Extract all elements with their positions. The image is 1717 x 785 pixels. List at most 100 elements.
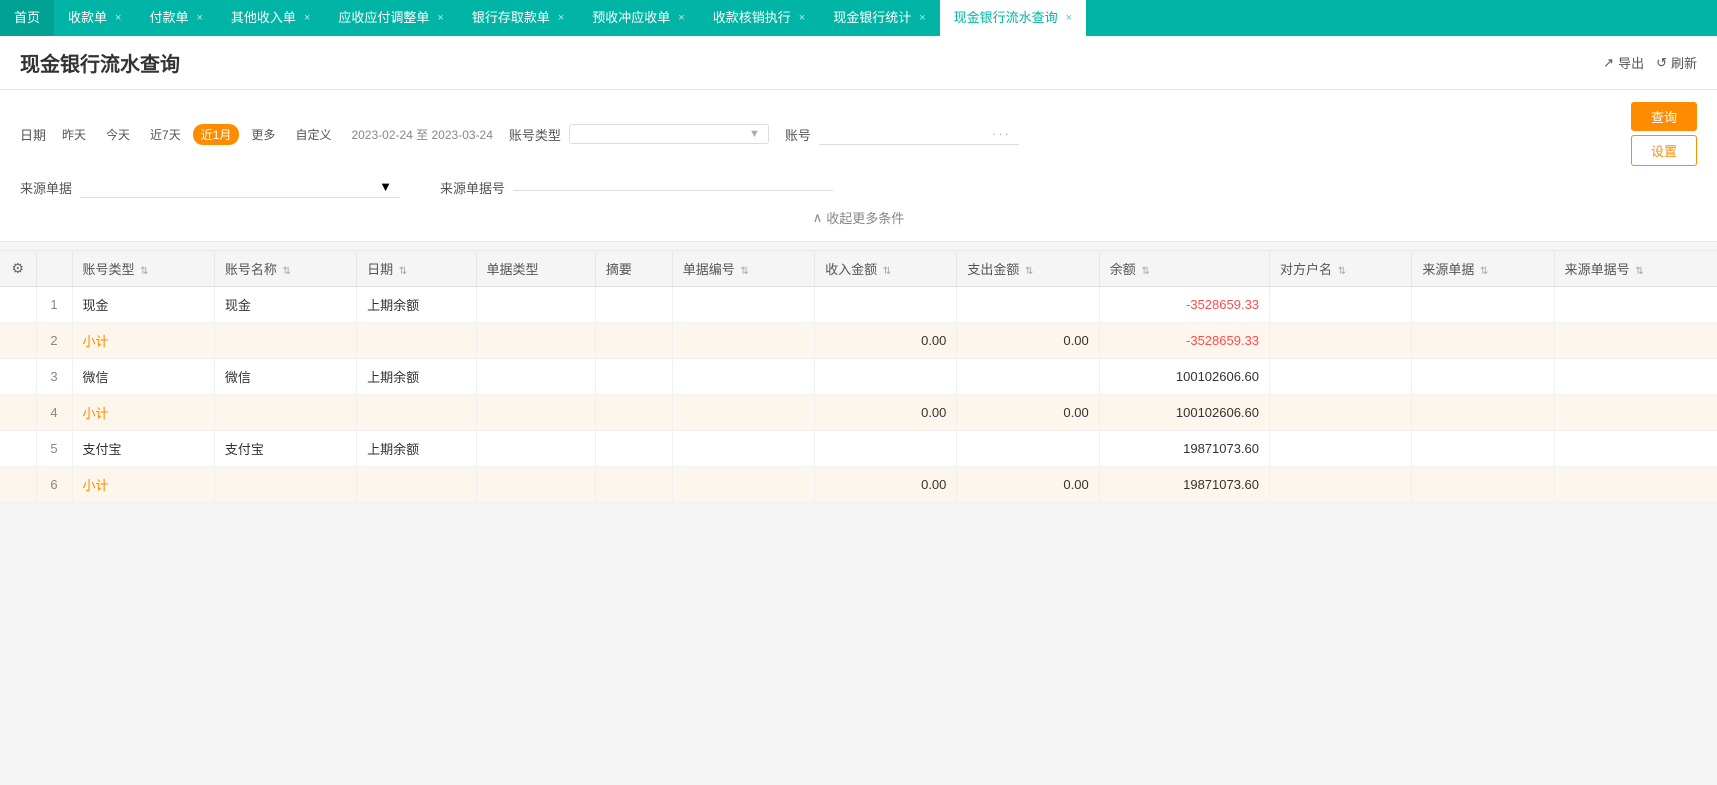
date-range: 2023-02-24 至 2023-03-24 [351,126,492,143]
filter-row-1: 日期 昨天 今天 近7天 近1月 更多 自定义 2023-02-24 至 202… [20,102,1697,166]
table-row[interactable]: 1现金现金上期余额-3528659.33 [0,287,1717,323]
top-navigation: 首页 收款单 × 付款单 × 其他收入单 × 应收应付调整单 × 银行存取款单 … [0,0,1717,36]
table-row[interactable]: 3微信微信上期余额100102606.60 [0,359,1717,395]
th-income-label: 收入金额 [825,262,877,277]
table-row[interactable]: 5支付宝支付宝上期余额19871073.60 [0,431,1717,467]
th-summary: 摘要 [595,251,672,287]
sort-doc-no-icon[interactable]: ⇅ [740,266,748,277]
th-expense-amount[interactable]: 支出金额 ⇅ [957,251,1099,287]
source-doc-label: 来源单据 [20,178,72,197]
date-pill-yesterday[interactable]: 昨天 [54,124,94,145]
date-label: 日期 [20,125,46,144]
source-doc-no-input[interactable] [513,184,833,191]
account-input[interactable]: ··· [819,123,1019,145]
header-actions: ↗ 导出 ↺ 刷新 [1603,53,1697,72]
sort-balance-icon[interactable]: ⇅ [1141,266,1149,277]
more-icon[interactable]: ··· [992,126,1011,141]
sort-date-icon[interactable]: ⇅ [399,266,407,277]
nav-bank-deposit[interactable]: 银行存取款单 × [458,0,578,36]
nav-payment[interactable]: 付款单 × [135,0,216,36]
sort-income-icon[interactable]: ⇅ [883,266,891,277]
close-payment-icon[interactable]: × [196,0,202,36]
table-row[interactable]: 4小计0.000.00100102606.60 [0,395,1717,431]
nav-other-income[interactable]: 其他收入单 × [217,0,324,36]
th-doc-type-label: 单据类型 [487,262,539,277]
date-pills: 昨天 今天 近7天 近1月 更多 自定义 [54,124,339,145]
table-row[interactable]: 6小计0.000.0019871073.60 [0,467,1717,503]
nav-cash-bank-flow[interactable]: 现金银行流水查询 × [940,0,1086,36]
sort-source-doc-icon[interactable]: ⇅ [1480,266,1488,277]
export-icon: ↗ [1603,55,1614,71]
sort-expense-icon[interactable]: ⇅ [1025,266,1033,277]
close-cash-bank-stat-icon[interactable]: × [919,0,925,36]
th-date[interactable]: 日期 ⇅ [357,251,476,287]
collapse-label: 收起更多条件 [826,208,904,227]
account-label: 账号 [785,125,811,144]
th-account-type[interactable]: 账号类型 ⇅ [72,251,214,287]
nav-home[interactable]: 首页 [0,0,54,36]
nav-receivable-adjust[interactable]: 应收应付调整单 × [324,0,457,36]
export-button[interactable]: ↗ 导出 [1603,53,1644,72]
source-doc-no-group: 来源单据号 [440,178,833,197]
table-wrapper: ⚙ 账号类型 ⇅ 账号名称 ⇅ 日期 ⇅ 单据类型 [0,250,1717,503]
account-type-label: 账号类型 [509,125,561,144]
th-income-amount[interactable]: 收入金额 ⇅ [815,251,957,287]
th-date-label: 日期 [367,262,393,277]
th-account-name[interactable]: 账号名称 ⇅ [214,251,356,287]
action-buttons: 查询 设置 [1631,102,1697,166]
close-collection-exec-icon[interactable]: × [799,0,805,36]
settings-gear-icon[interactable]: ⚙ [11,260,24,276]
sort-source-doc-no-icon[interactable]: ⇅ [1635,266,1643,277]
th-account-name-label: 账号名称 [225,262,277,277]
filter-row-2: 来源单据 ▼ 来源单据号 [20,176,1697,198]
source-doc-chevron-icon: ▼ [379,179,392,194]
close-bank-deposit-icon[interactable]: × [558,0,564,36]
close-receivable-adjust-icon[interactable]: × [437,0,443,36]
account-group: 账号 ··· [785,123,1019,145]
th-source-doc[interactable]: 来源单据 ⇅ [1412,251,1554,287]
source-doc-group: 来源单据 ▼ [20,176,400,198]
sort-account-name-icon[interactable]: ⇅ [282,266,290,277]
th-settings[interactable]: ⚙ [0,251,36,287]
close-receipt-icon[interactable]: × [115,0,121,36]
date-pill-7days[interactable]: 近7天 [142,124,189,145]
th-source-doc-label: 来源单据 [1422,262,1474,277]
nav-receipt[interactable]: 收款单 × [54,0,135,36]
table-row[interactable]: 2小计0.000.00-3528659.33 [0,323,1717,359]
sort-account-type-icon[interactable]: ⇅ [140,266,148,277]
refresh-icon: ↺ [1656,55,1667,71]
close-cash-bank-flow-icon[interactable]: × [1066,0,1072,36]
query-button[interactable]: 查询 [1631,102,1697,131]
nav-collection-exec[interactable]: 收款核销执行 × [699,0,819,36]
filter-area: 日期 昨天 今天 近7天 近1月 更多 自定义 2023-02-24 至 202… [0,90,1717,242]
date-pill-today[interactable]: 今天 [98,124,138,145]
date-filter-group: 日期 昨天 今天 近7天 近1月 更多 自定义 2023-02-24 至 202… [20,124,493,145]
nav-advance-offset[interactable]: 预收冲应收单 × [578,0,698,36]
table-header-row: ⚙ 账号类型 ⇅ 账号名称 ⇅ 日期 ⇅ 单据类型 [0,251,1717,287]
source-doc-no-label: 来源单据号 [440,178,505,197]
th-expense-label: 支出金额 [967,262,1019,277]
th-balance-label: 余额 [1110,262,1136,277]
th-doc-no[interactable]: 单据编号 ⇅ [672,251,814,287]
account-type-select[interactable]: ▼ [569,124,769,144]
collapse-bar[interactable]: ∧ 收起更多条件 [20,202,1697,233]
close-other-income-icon[interactable]: × [304,0,310,36]
sort-counterparty-icon[interactable]: ⇅ [1338,266,1346,277]
account-type-group: 账号类型 ▼ [509,124,769,144]
source-doc-select[interactable]: ▼ [80,176,400,198]
th-doc-type: 单据类型 [476,251,595,287]
date-pill-1month[interactable]: 近1月 [193,124,240,145]
nav-cash-bank-stat[interactable]: 现金银行统计 × [819,0,939,36]
refresh-button[interactable]: ↺ 刷新 [1656,53,1697,72]
date-pill-custom[interactable]: 自定义 [287,124,339,145]
th-counterparty[interactable]: 对方户名 ⇅ [1270,251,1412,287]
settings-button[interactable]: 设置 [1631,135,1697,166]
close-advance-offset-icon[interactable]: × [678,0,684,36]
table-body: 1现金现金上期余额-3528659.332小计0.000.00-3528659.… [0,287,1717,503]
date-pill-more[interactable]: 更多 [243,124,283,145]
th-source-doc-no[interactable]: 来源单据号 ⇅ [1554,251,1717,287]
chevron-down-icon: ▼ [749,128,760,140]
th-doc-no-label: 单据编号 [683,262,735,277]
th-balance[interactable]: 余额 ⇅ [1099,251,1269,287]
th-counterparty-label: 对方户名 [1280,262,1332,277]
